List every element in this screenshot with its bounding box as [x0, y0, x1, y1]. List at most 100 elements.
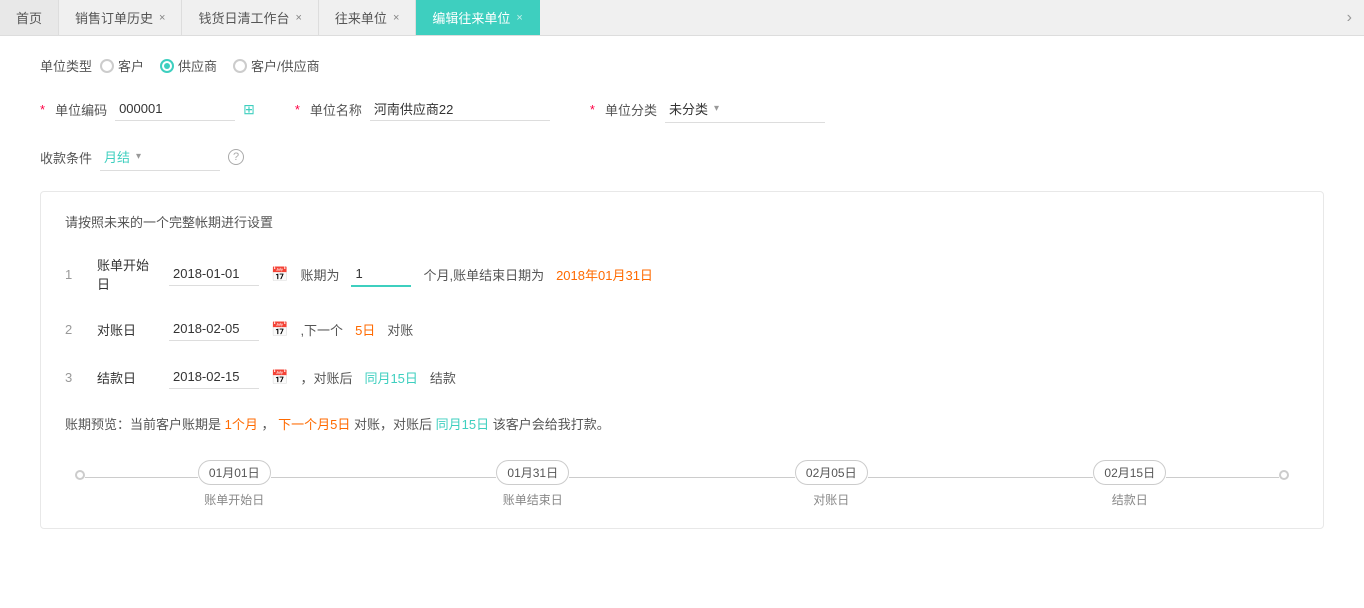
timeline-start-dot [75, 460, 85, 480]
section-title: 请按照未来的一个完整帐期进行设置 [65, 212, 1299, 231]
reconcile-date-input[interactable] [169, 317, 259, 341]
unit-type-radio-group: 客户 供应商 客户/供应商 [100, 56, 320, 75]
unit-category-star: * [590, 102, 595, 117]
timeline-label-4: 结款日 [1112, 491, 1148, 508]
preview-part2: 下一个月5日 [278, 417, 350, 432]
tab-sales-history-close[interactable]: × [159, 12, 165, 24]
main-content: 单位类型 客户 供应商 客户/供应商 * 单位编码 [0, 36, 1364, 608]
tab-edit-partner-close[interactable]: × [516, 12, 522, 24]
preview-part4: 同月15日 [436, 417, 489, 432]
payment-condition-field: 收款条件 月结 ▾ ? [40, 143, 244, 171]
unit-type-label: 单位类型 [40, 56, 92, 75]
radio-supplier-circle [160, 59, 174, 73]
radio-supplier[interactable]: 供应商 [160, 56, 217, 75]
payment-desc-highlight: 同月15日 [364, 368, 417, 387]
reconcile-date-cal-icon[interactable]: 📅 [271, 321, 288, 338]
timeline-bubble-3: 02月05日 [795, 460, 868, 485]
payment-condition-dropdown[interactable]: 月结 ▾ [100, 143, 220, 171]
tab-edit-partner[interactable]: 编辑往来单位 × [416, 0, 539, 35]
unit-name-field: * 单位名称 [295, 97, 550, 121]
tab-cash-work-close[interactable]: × [295, 12, 301, 24]
unit-info-row: * 单位编码 ⊞ * 单位名称 * 单位分类 未分类 ▾ [40, 95, 1324, 123]
unit-code-copy-icon[interactable]: ⊞ [243, 101, 255, 118]
timeline-bubble-wrap-2: 01月31日 [496, 460, 569, 485]
reconcile-desc-highlight: 5日 [355, 320, 375, 339]
unit-code-input[interactable] [115, 97, 235, 121]
start-date-input[interactable] [169, 262, 259, 286]
timeline-line-1 [85, 477, 198, 478]
unit-category-arrow: ▾ [714, 103, 719, 114]
timeline-line-node-2: 01月31日 [384, 460, 683, 485]
timeline: 01月01日 账单开始日 01月31日 账单结束日 [65, 460, 1299, 508]
row-num-3: 3 [65, 370, 85, 385]
radio-customer[interactable]: 客户 [100, 56, 144, 75]
row-label-3: 结款日 [97, 368, 157, 387]
timeline-line-3b [868, 477, 981, 478]
timeline-node-2: 01月31日 账单结束日 [384, 460, 683, 508]
timeline-end-dot [1279, 460, 1289, 480]
radio-customer-label: 客户 [118, 56, 144, 75]
tab-edit-partner-label: 编辑往来单位 [432, 8, 510, 27]
tab-home-label: 首页 [16, 8, 42, 27]
timeline-bubble-wrap-4: 02月15日 [1093, 460, 1166, 485]
tab-home[interactable]: 首页 [0, 0, 59, 35]
tab-partner[interactable]: 往来单位 × [319, 0, 416, 35]
unit-category-dropdown[interactable]: 未分类 ▾ [665, 95, 825, 123]
preview-part1: 1个月 [225, 417, 258, 432]
payment-condition-value: 月结 [104, 147, 130, 166]
radio-both-circle [233, 59, 247, 73]
timeline-node-4: 02月15日 结款日 [981, 460, 1280, 508]
radio-both[interactable]: 客户/供应商 [233, 56, 320, 75]
tab-partner-close[interactable]: × [393, 12, 399, 24]
period-input[interactable] [351, 262, 411, 287]
row-label-2: 对账日 [97, 320, 157, 339]
timeline-line-2b [569, 477, 682, 478]
unit-category-field: * 单位分类 未分类 ▾ [590, 95, 825, 123]
radio-supplier-label: 供应商 [178, 56, 217, 75]
row-label-1: 账单开始日 [97, 255, 157, 293]
more-tabs-button[interactable]: › [1335, 0, 1364, 35]
timeline-dot-left [75, 470, 85, 480]
timeline-line-node-4: 02月15日 [981, 460, 1280, 485]
timeline-line-node-1: 01月01日 [85, 460, 384, 485]
timeline-label-1: 账单开始日 [204, 491, 264, 508]
payment-date-cal-icon[interactable]: 📅 [271, 369, 288, 386]
timeline-bubble-4: 02月15日 [1093, 460, 1166, 485]
tab-cash-work[interactable]: 钱货日清工作台 × [182, 0, 318, 35]
payment-desc-prefix: ，对账后 [300, 368, 352, 387]
start-date-cal-icon[interactable]: 📅 [271, 266, 288, 283]
timeline-line-4b [1166, 477, 1279, 478]
tab-sales-history[interactable]: 销售订单历史 × [59, 0, 182, 35]
timeline-line-3 [682, 477, 795, 478]
setting-row-2: 2 对账日 📅 ,下一个 5日 对账 [65, 317, 1299, 341]
unit-code-star: * [40, 102, 45, 117]
preview-sep1: ， [262, 417, 275, 432]
row-num-2: 2 [65, 322, 85, 337]
unit-code-label: 单位编码 [55, 100, 107, 119]
timeline-node-3: 02月05日 对账日 [682, 460, 981, 508]
payment-help-icon[interactable]: ? [228, 149, 244, 165]
timeline-line-2 [384, 477, 497, 478]
unit-type-field: 单位类型 客户 供应商 客户/供应商 [40, 56, 320, 75]
preview-text: 账期预览：当前客户账期是 1个月 ， 下一个月5日 对账，对账后 同月15日 该… [65, 413, 1299, 436]
timeline-label-2: 账单结束日 [503, 491, 563, 508]
timeline-bubble-1: 01月01日 [198, 460, 271, 485]
timeline-bubble-wrap-3: 02月05日 [795, 460, 868, 485]
reconcile-desc-suffix: 对账 [387, 320, 413, 339]
payment-date-input[interactable] [169, 365, 259, 389]
radio-customer-circle [100, 59, 114, 73]
preview-label: 账期预览：当前客户账期是 [65, 417, 221, 432]
unit-type-row: 单位类型 客户 供应商 客户/供应商 [40, 56, 1324, 75]
unit-name-label: 单位名称 [310, 100, 362, 119]
preview-part5: 该客户会给我打款。 [493, 417, 610, 432]
period-unit-text: 个月,账单结束日期为 [423, 265, 544, 284]
payment-condition-row: 收款条件 月结 ▾ ? [40, 143, 1324, 171]
tab-sales-history-label: 销售订单历史 [75, 8, 153, 27]
setting-row-1: 1 账单开始日 📅 账期为 个月,账单结束日期为 2018年01月31日 [65, 255, 1299, 293]
unit-category-label: 单位分类 [605, 100, 657, 119]
timeline-label-3: 对账日 [813, 491, 849, 508]
unit-name-input[interactable] [370, 97, 550, 121]
timeline-dot-right [1279, 470, 1289, 480]
timeline-node-1: 01月01日 账单开始日 [85, 460, 384, 508]
setting-row-3: 3 结款日 📅 ，对账后 同月15日 结款 [65, 365, 1299, 389]
